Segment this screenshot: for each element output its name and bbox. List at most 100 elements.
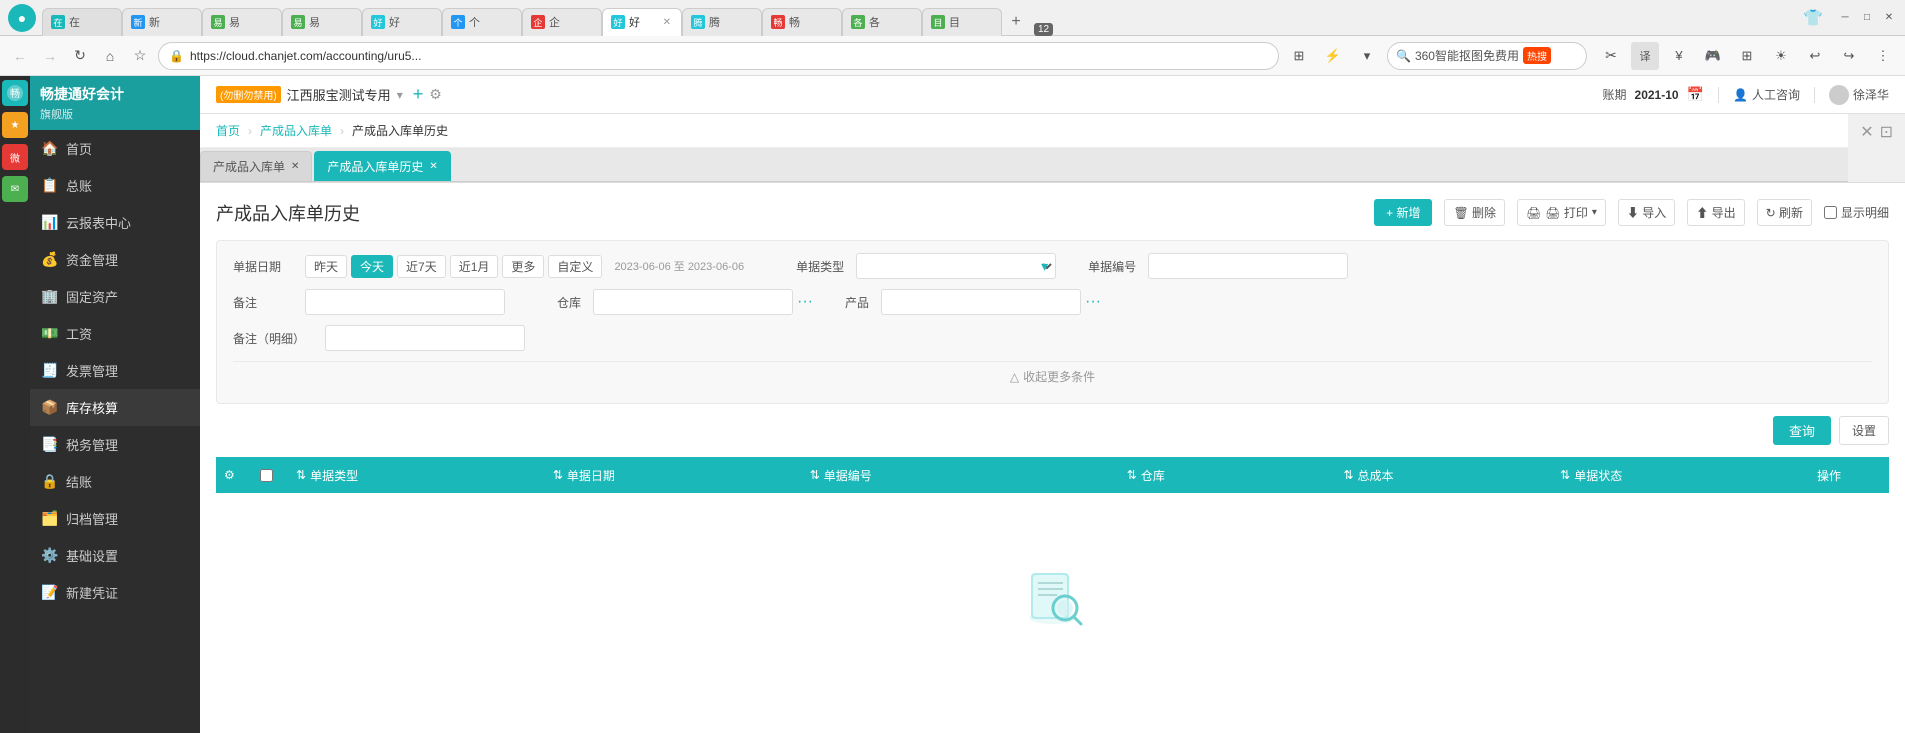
date-btn-yesterday[interactable]: 昨天 xyxy=(305,255,347,278)
address-bar[interactable]: 🔒 https://cloud.chanjet.com/accounting/u… xyxy=(158,42,1279,70)
sidebar-item-tax[interactable]: 📑 税务管理 xyxy=(30,426,200,463)
breadcrumb-home[interactable]: 首页 xyxy=(216,122,240,139)
bookmark-button[interactable]: ☆ xyxy=(128,44,152,68)
lightning-button[interactable]: ⚡ xyxy=(1319,42,1347,70)
back-button[interactable]: ← xyxy=(8,44,32,68)
page-tab-list[interactable]: 产成品入库单 ✕ xyxy=(200,151,312,181)
refresh-browser-button[interactable]: ↻ xyxy=(68,44,92,68)
home-browser-button[interactable]: ⌂ xyxy=(98,44,122,68)
add-company-button[interactable]: + xyxy=(413,84,424,105)
date-btn-7days[interactable]: 近7天 xyxy=(397,255,446,278)
calendar-icon[interactable]: 📅 xyxy=(1687,86,1704,103)
scissors-button[interactable]: ✂ xyxy=(1597,42,1625,70)
panel-close-button[interactable]: ✕ xyxy=(1860,122,1873,142)
date-btn-custom[interactable]: 自定义 xyxy=(548,255,602,278)
product-filter-input[interactable] xyxy=(881,289,1081,315)
date-btn-1month[interactable]: 近1月 xyxy=(450,255,499,278)
browser-tab-10[interactable]: 畅 畅 xyxy=(762,8,842,36)
delete-btn[interactable]: 🗑 删除 xyxy=(1444,199,1505,226)
collapse-button[interactable]: △ 收起更多条件 xyxy=(233,361,1872,391)
browser-tab-6[interactable]: 个 个 xyxy=(442,8,522,36)
page-tab-list-close[interactable]: ✕ xyxy=(291,161,299,172)
display-detail-checkbox[interactable] xyxy=(1824,206,1837,219)
remark-filter-input[interactable] xyxy=(305,289,505,315)
sidebar-item-settings[interactable]: ⚙️ 基础设置 xyxy=(30,537,200,574)
warehouse-filter-dots[interactable]: ··· xyxy=(797,293,813,311)
grid-view-button[interactable]: ⊞ xyxy=(1285,42,1313,70)
table-col-number[interactable]: ⇅ 单据编号 xyxy=(802,467,1119,484)
shirt-icon[interactable]: 👕 xyxy=(1803,8,1823,28)
date-btn-more[interactable]: 更多 xyxy=(502,255,544,278)
sidebar-item-newvoucher[interactable]: 📝 新建凭证 xyxy=(30,574,200,611)
forward-button[interactable]: → xyxy=(38,44,62,68)
warehouse-filter-input[interactable] xyxy=(593,289,793,315)
game-button[interactable]: 🎮 xyxy=(1699,42,1727,70)
icon-bar-logo[interactable]: 畅 xyxy=(2,80,28,106)
sidebar-item-report[interactable]: 📊 云报表中心 xyxy=(30,204,200,241)
new-btn[interactable]: + 新增 xyxy=(1374,199,1432,226)
sidebar-item-ledger[interactable]: 📋 总账 xyxy=(30,167,200,204)
new-tab-button[interactable]: + xyxy=(1002,8,1030,36)
close-button[interactable]: ✕ xyxy=(1881,10,1897,26)
translate-button[interactable]: 译 xyxy=(1631,42,1659,70)
sidebar-item-assets[interactable]: 🏢 固定资产 xyxy=(30,278,200,315)
table-col-type[interactable]: ⇅ 单据类型 xyxy=(288,467,545,484)
table-col-settings[interactable]: ⚙ xyxy=(216,468,252,482)
sidebar-item-cashflow[interactable]: 💰 资金管理 xyxy=(30,241,200,278)
sidebar-item-payroll[interactable]: 💵 工资 xyxy=(30,315,200,352)
date-btn-today[interactable]: 今天 xyxy=(351,255,393,278)
filter-settings-button[interactable]: 设置 xyxy=(1839,416,1889,445)
browser-tab-5[interactable]: 好 好 xyxy=(362,8,442,36)
sidebar-item-closing[interactable]: 🔒 结账 xyxy=(30,463,200,500)
select-all-checkbox[interactable] xyxy=(260,469,273,482)
table-col-date[interactable]: ⇅ 单据日期 xyxy=(545,467,802,484)
icon-bar-item-2[interactable]: 微 xyxy=(2,144,28,170)
page-tab-history[interactable]: 产成品入库单历史 ✕ xyxy=(314,151,450,181)
breadcrumb-list[interactable]: 产成品入库单 xyxy=(260,122,332,139)
number-filter-input[interactable] xyxy=(1148,253,1348,279)
theme-button[interactable]: ☀ xyxy=(1767,42,1795,70)
browser-tab-2[interactable]: 新 新 xyxy=(122,8,202,36)
more-browser-button[interactable]: ⋮ xyxy=(1869,42,1897,70)
minimize-button[interactable]: ─ xyxy=(1837,10,1853,26)
browser-tab-11[interactable]: 各 各 xyxy=(842,8,922,36)
browser-tab-7[interactable]: 企 企 xyxy=(522,8,602,36)
export-btn[interactable]: ⬆ 导出 xyxy=(1687,199,1744,226)
sidebar-item-home[interactable]: 🏠 首页 xyxy=(30,130,200,167)
apps-button[interactable]: ⊞ xyxy=(1733,42,1761,70)
import-btn[interactable]: ⬇ 导入 xyxy=(1618,199,1675,226)
icon-bar-item-1[interactable]: ★ xyxy=(2,112,28,138)
yuan-button[interactable]: ¥ xyxy=(1665,42,1693,70)
browser-tab-9[interactable]: 腾 腾 xyxy=(682,8,762,36)
support-button[interactable]: 👤 人工咨询 xyxy=(1733,86,1800,103)
tab-8-close[interactable]: ✕ xyxy=(661,15,673,30)
browser-tab-12[interactable]: 目 目 xyxy=(922,8,1002,36)
restore-button[interactable]: □ xyxy=(1859,10,1875,26)
table-col-warehouse[interactable]: ⇅ 仓库 xyxy=(1119,467,1336,484)
sidebar-item-inventory[interactable]: 📦 库存核算 xyxy=(30,389,200,426)
table-col-cost[interactable]: ⇅ 总成本 xyxy=(1335,467,1552,484)
user-button[interactable]: 徐泽华 xyxy=(1829,85,1889,105)
detail-remark-input[interactable] xyxy=(325,325,525,351)
display-detail-toggle[interactable]: 显示明细 xyxy=(1824,204,1889,221)
refresh-btn[interactable]: ↻ 刷新 xyxy=(1757,199,1812,226)
search-bar[interactable]: 🔍 360智能抠图免费用 热搜 xyxy=(1387,42,1587,70)
panel-expand-button[interactable]: ⊡ xyxy=(1880,122,1893,142)
dropdown-button[interactable]: ▾ xyxy=(1353,42,1381,70)
sidebar-item-archive[interactable]: 🗂️ 归档管理 xyxy=(30,500,200,537)
undo-button[interactable]: ↩ xyxy=(1801,42,1829,70)
company-settings-button[interactable]: ⚙ xyxy=(429,86,442,103)
browser-tab-8[interactable]: 好 好 ✕ xyxy=(602,8,682,36)
query-button[interactable]: 查询 xyxy=(1773,416,1831,445)
sidebar-item-invoice[interactable]: 🧾 发票管理 xyxy=(30,352,200,389)
company-dropdown-icon[interactable]: ▾ xyxy=(397,88,403,102)
icon-bar-item-3[interactable]: ✉ xyxy=(2,176,28,202)
browser-tab-4[interactable]: 易 易 xyxy=(282,8,362,36)
browser-tab-1[interactable]: 在 在 xyxy=(42,8,122,36)
page-tab-history-close[interactable]: ✕ xyxy=(429,161,437,172)
type-filter-select[interactable] xyxy=(856,253,1056,279)
browser-tab-3[interactable]: 易 易 xyxy=(202,8,282,36)
product-filter-dots[interactable]: ··· xyxy=(1085,293,1101,311)
redo-button[interactable]: ↪ xyxy=(1835,42,1863,70)
table-col-checkbox[interactable] xyxy=(252,469,288,482)
